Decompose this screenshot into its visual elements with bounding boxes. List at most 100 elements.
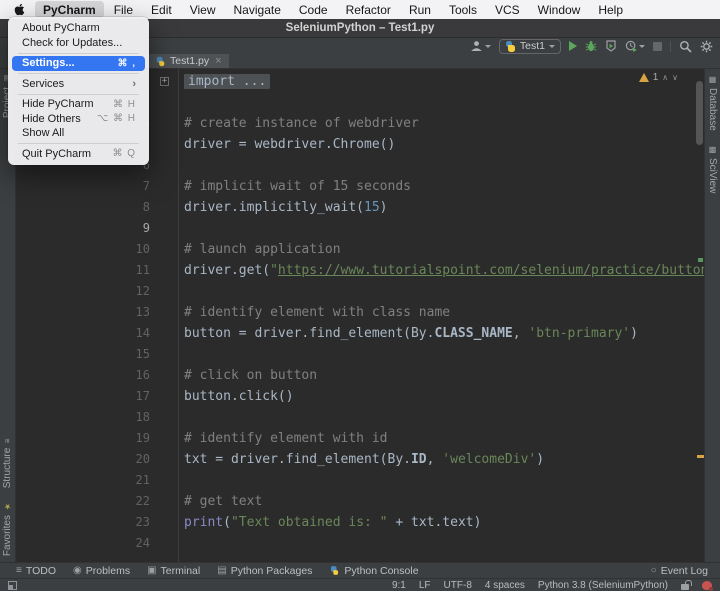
menubar-item-navigate[interactable]: Navigate xyxy=(226,1,289,18)
menubar-item-pycharm[interactable]: PyCharm xyxy=(35,1,104,18)
vcs-user-button[interactable] xyxy=(470,40,491,52)
tool-window-button-todo[interactable]: ≡ TODO xyxy=(16,565,56,577)
code-line-12[interactable]: 12 xyxy=(16,281,704,302)
menubar-item-edit[interactable]: Edit xyxy=(143,1,180,18)
favorites-icon: ★ xyxy=(3,501,12,511)
code-line-11[interactable]: 11 driver.get("https://www.tutorialspoint… xyxy=(16,260,704,281)
menu-item-services[interactable]: Services › xyxy=(12,77,145,92)
caret-position[interactable]: 9:1 xyxy=(392,580,406,591)
status-bar: 9:1 LF UTF-8 4 spaces Python 3.8 (SeleniumPy… xyxy=(0,578,720,591)
profiler-button[interactable] xyxy=(625,40,645,52)
unlock-icon[interactable] xyxy=(681,579,692,590)
menu-item-check-for-updates[interactable]: Check for Updates... xyxy=(12,36,145,51)
fold-column xyxy=(150,260,178,281)
search-everywhere-button[interactable] xyxy=(679,40,692,53)
stripe-button-structure[interactable]: Structure ≡ xyxy=(2,439,13,488)
run-button[interactable] xyxy=(569,41,577,51)
code-text: txt = driver.find_element(By.ID, 'welcom… xyxy=(184,452,545,467)
menu-item-quit-pycharm[interactable]: Quit PyCharm ⌘ Q xyxy=(12,147,145,162)
menu-item-hide-pycharm[interactable]: Hide PyCharm ⌘ H xyxy=(12,97,145,112)
code-line-15[interactable]: 15 xyxy=(16,344,704,365)
tab-label: Test1.py xyxy=(170,55,210,67)
menu-separator xyxy=(18,52,139,54)
menubar-item-run[interactable]: Run xyxy=(401,1,439,18)
run-config-selector[interactable]: Test1 xyxy=(498,38,561,54)
stripe-mark-warning xyxy=(697,455,704,458)
menubar-item-file[interactable]: File xyxy=(106,1,141,18)
python-file-icon xyxy=(156,56,165,66)
line-number: 10 xyxy=(135,242,150,256)
play-icon xyxy=(569,41,577,51)
code-line-20[interactable]: 20 txt = driver.find_element(By.ID, 'welc… xyxy=(16,449,704,470)
settings-gear-button[interactable] xyxy=(700,40,713,53)
python-icon xyxy=(505,40,516,52)
fold-column xyxy=(150,134,178,155)
line-separator[interactable]: LF xyxy=(419,580,431,591)
inspections-hector-icon[interactable] xyxy=(702,580,713,591)
line-number: 8 xyxy=(142,200,150,214)
tool-window-switcher-icon[interactable] xyxy=(8,580,17,590)
stripe-button-favorites[interactable]: Favorites ★ xyxy=(2,502,13,556)
tab-test1-py[interactable]: Test1.py × xyxy=(148,54,229,68)
python-interpreter[interactable]: Python 3.8 (SeleniumPython) xyxy=(538,580,668,591)
fold-column xyxy=(150,386,178,407)
code-line-17[interactable]: 17 button.click() xyxy=(16,386,704,407)
inspection-widget[interactable]: 1 ∧ ∨ xyxy=(638,72,678,83)
code-line-16[interactable]: 16 # click on button xyxy=(16,365,704,386)
menu-item-about-pycharm[interactable]: About PyCharm xyxy=(12,21,145,36)
stop-button[interactable] xyxy=(653,41,662,51)
code-line-13[interactable]: 13 # identify element with class name xyxy=(16,302,704,323)
fold-expand-icon[interactable]: + xyxy=(160,77,169,86)
menubar-item-view[interactable]: View xyxy=(182,1,224,18)
stripe-mark-green xyxy=(698,258,703,262)
menu-item-settings[interactable]: Settings... ⌘ , xyxy=(12,56,145,71)
code-text: # get text xyxy=(184,494,263,509)
line-number: 14 xyxy=(135,326,150,340)
line-number: 24 xyxy=(135,536,150,550)
menubar-item-refactor[interactable]: Refactor xyxy=(338,1,399,18)
close-icon[interactable]: × xyxy=(215,56,221,67)
menubar-item-code[interactable]: Code xyxy=(291,1,336,18)
code-line-7[interactable]: 7 # implicit wait of 15 seconds xyxy=(16,176,704,197)
code-line-18[interactable]: 18 xyxy=(16,407,704,428)
stripe-button-database[interactable]: ▦ Database xyxy=(707,75,718,131)
menubar-item-vcs[interactable]: VCS xyxy=(487,1,528,18)
menubar-item-window[interactable]: Window xyxy=(530,1,589,18)
editor-scrollbar-thumb[interactable] xyxy=(696,81,703,145)
code-line-8[interactable]: 8 driver.implicitly_wait(15) xyxy=(16,197,704,218)
tool-window-button-terminal[interactable]: ▣ Terminal xyxy=(147,565,200,577)
code-line-9[interactable]: 9 xyxy=(16,218,704,239)
run-with-coverage-button[interactable] xyxy=(605,40,617,52)
code-line-14[interactable]: 14 button = driver.find_element(By.CLASS_… xyxy=(16,323,704,344)
prev-issue-icon[interactable]: ∧ xyxy=(662,73,668,82)
menubar-item-help[interactable]: Help xyxy=(590,1,631,18)
stripe-button-sciview[interactable]: ▩ SciView xyxy=(707,145,718,193)
tool-window-button-python-packages[interactable]: ▤ Python Packages xyxy=(217,565,312,577)
gutter-separator xyxy=(178,69,179,562)
menu-item-hide-others[interactable]: Hide Others ⌥ ⌘ H xyxy=(12,112,145,127)
fold-column xyxy=(150,344,178,365)
warning-count: 1 xyxy=(652,72,659,83)
code-line-24[interactable]: 24 xyxy=(16,533,704,554)
tool-window-button-problems[interactable]: ◉ Problems xyxy=(73,565,130,577)
tool-window-button-python-console[interactable]: Python Console xyxy=(329,565,419,577)
menubar-item-tools[interactable]: Tools xyxy=(441,1,485,18)
line-number: 16 xyxy=(135,368,150,382)
code-line-19[interactable]: 19 # identify element with id xyxy=(16,428,704,449)
line-number: 18 xyxy=(135,410,150,424)
debug-button[interactable] xyxy=(585,40,597,52)
line-number: 7 xyxy=(142,179,150,193)
apple-menu-icon[interactable] xyxy=(6,3,33,16)
code-line-22[interactable]: 22 # get text xyxy=(16,491,704,512)
next-issue-icon[interactable]: ∨ xyxy=(672,73,678,82)
indent-style[interactable]: 4 spaces xyxy=(485,580,525,591)
code-line-10[interactable]: 10 # launch application xyxy=(16,239,704,260)
file-encoding[interactable]: UTF-8 xyxy=(444,580,472,591)
fold-column xyxy=(150,407,178,428)
menu-item-show-all[interactable]: Show All xyxy=(12,126,145,141)
code-line-21[interactable]: 21 xyxy=(16,470,704,491)
tool-window-button-event-log[interactable]: ○ Event Log xyxy=(651,565,708,577)
code-line-23[interactable]: 23 print("Text obtained is: " + txt.text) xyxy=(16,512,704,533)
line-number: 19 xyxy=(135,431,150,445)
